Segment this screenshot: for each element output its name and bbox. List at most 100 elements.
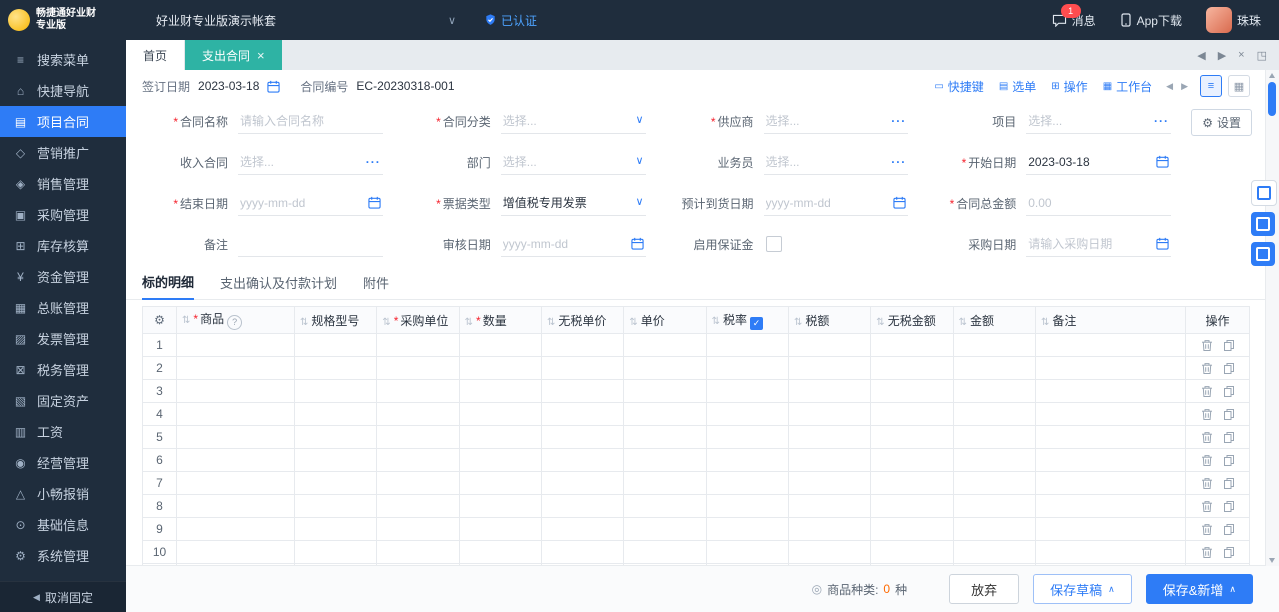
- copy-row-icon[interactable]: [1223, 546, 1235, 559]
- field-input[interactable]: yyyy-mm-dd ∨ ···: [238, 190, 383, 216]
- sidebar-item-marketing[interactable]: ◇ 营销推广: [0, 137, 126, 168]
- cell-product[interactable]: [176, 494, 295, 518]
- sort-icon[interactable]: ⇅: [876, 317, 884, 328]
- detail-tab-attachments[interactable]: 附件: [363, 273, 389, 299]
- column-header-tax-rate[interactable]: ⇅ 税率 ✓: [705, 306, 789, 334]
- cell-amount-excl-tax[interactable]: [870, 402, 954, 426]
- cell-price-excl-tax[interactable]: [540, 402, 625, 426]
- cell-amount-excl-tax[interactable]: [870, 448, 954, 472]
- delete-row-icon[interactable]: [1201, 431, 1213, 444]
- delete-row-icon[interactable]: [1201, 546, 1213, 559]
- column-header-unit-price[interactable]: ⇅ 单价: [623, 306, 707, 334]
- sort-icon[interactable]: ⇅: [465, 317, 473, 328]
- cell-amount[interactable]: [952, 379, 1037, 403]
- cell-tax-amount[interactable]: [787, 425, 872, 449]
- cell-amount-excl-tax[interactable]: [870, 540, 954, 564]
- cell-tax-rate[interactable]: [705, 448, 789, 472]
- more-options-icon[interactable]: ···: [891, 115, 906, 127]
- cell-tax-amount[interactable]: [787, 517, 872, 541]
- checkbox[interactable]: [765, 236, 782, 252]
- cell-amount-excl-tax[interactable]: [870, 425, 954, 449]
- cell-quantity[interactable]: [458, 494, 542, 518]
- copy-row-icon[interactable]: [1223, 523, 1235, 536]
- calendar-icon[interactable]: [267, 80, 281, 93]
- field-input[interactable]: ∨ ···: [238, 231, 383, 257]
- view-toggle-card-view[interactable]: ▦: [1228, 75, 1250, 97]
- cell-tax-amount[interactable]: [787, 333, 872, 357]
- cell-amount[interactable]: [952, 494, 1037, 518]
- column-header-price-excl-tax[interactable]: ⇅ 无税单价: [540, 306, 625, 334]
- cell-amount[interactable]: [952, 540, 1037, 564]
- header-link-hotkeys[interactable]: ▭ 快捷键: [934, 78, 983, 95]
- messages-button[interactable]: 消息 1: [1052, 3, 1096, 29]
- field-input[interactable]: 请输入采购日期 ∨ ···: [1026, 231, 1171, 257]
- sort-icon[interactable]: ⇅: [382, 317, 390, 328]
- sort-icon[interactable]: ⇅: [300, 317, 308, 328]
- header-link-workbench[interactable]: ▦ 工作台: [1103, 78, 1152, 95]
- cell-spec-model[interactable]: [293, 425, 378, 449]
- copy-row-icon[interactable]: [1223, 477, 1235, 490]
- cell-price-excl-tax[interactable]: [540, 333, 625, 357]
- delete-row-icon[interactable]: [1201, 408, 1213, 421]
- cell-amount[interactable]: [952, 402, 1037, 426]
- copy-row-icon[interactable]: [1223, 339, 1235, 352]
- calendar-icon[interactable]: [1156, 237, 1169, 250]
- cell-purchase-unit[interactable]: [376, 471, 460, 495]
- chevron-down-icon[interactable]: ∨: [635, 156, 643, 167]
- cell-spec-model[interactable]: [293, 471, 378, 495]
- tab-control-next[interactable]: ▶: [1218, 49, 1226, 62]
- sidebar-item-system[interactable]: ⚙ 系统管理: [0, 540, 126, 571]
- unpin-button[interactable]: ◀ 取消固定: [0, 581, 126, 612]
- cell-quantity[interactable]: [458, 425, 542, 449]
- cell-unit-price[interactable]: [623, 517, 707, 541]
- column-header-quantity[interactable]: ⇅ * 数量: [458, 306, 542, 334]
- cell-quantity[interactable]: [458, 540, 542, 564]
- side-tool-document[interactable]: [1251, 180, 1277, 206]
- cell-spec-model[interactable]: [293, 540, 378, 564]
- cell-quantity[interactable]: [458, 333, 542, 357]
- scroll-down-arrow[interactable]: [1269, 558, 1275, 563]
- cell-remark[interactable]: [1035, 356, 1186, 380]
- cell-purchase-unit[interactable]: [376, 540, 460, 564]
- cell-remark[interactable]: [1035, 333, 1186, 357]
- cell-price-excl-tax[interactable]: [540, 471, 625, 495]
- cell-remark[interactable]: [1035, 402, 1186, 426]
- cell-purchase-unit[interactable]: [376, 379, 460, 403]
- field-input[interactable]: 选择... ∨ ···: [763, 149, 909, 175]
- help-icon[interactable]: ?: [227, 314, 243, 330]
- cell-tax-rate[interactable]: [705, 540, 789, 564]
- cell-quantity[interactable]: [458, 402, 542, 426]
- cell-purchase-unit[interactable]: [376, 448, 460, 472]
- sidebar-item-invoice[interactable]: ▨ 发票管理: [0, 323, 126, 354]
- cell-unit-price[interactable]: [623, 448, 707, 472]
- field-input[interactable]: 2023-03-18 ∨ ···: [1026, 149, 1171, 175]
- sidebar-item-purchase[interactable]: ▣ 采购管理: [0, 199, 126, 230]
- copy-row-icon[interactable]: [1223, 454, 1235, 467]
- cell-amount[interactable]: [952, 333, 1037, 357]
- cell-tax-rate[interactable]: [705, 356, 789, 380]
- sort-icon[interactable]: ⇅: [182, 315, 190, 326]
- cell-amount-excl-tax[interactable]: [870, 356, 954, 380]
- cell-spec-model[interactable]: [293, 333, 378, 357]
- column-settings-icon[interactable]: ⚙: [154, 313, 165, 327]
- cell-tax-rate[interactable]: [705, 333, 789, 357]
- cell-price-excl-tax[interactable]: [540, 425, 625, 449]
- tab-control-close[interactable]: ×: [1238, 49, 1244, 61]
- cell-product[interactable]: [176, 333, 295, 357]
- user-menu[interactable]: 珠珠: [1205, 7, 1261, 33]
- cell-remark[interactable]: [1035, 517, 1186, 541]
- detail-tab-line-items[interactable]: 标的明细: [142, 272, 195, 300]
- cell-amount-excl-tax[interactable]: [870, 471, 954, 495]
- cell-product[interactable]: [176, 540, 295, 564]
- header-link-actions[interactable]: ⊞ 操作: [1051, 78, 1087, 95]
- sidebar-item-payroll[interactable]: ▥ 工资: [0, 416, 126, 447]
- sidebar-item-expense[interactable]: △ 小畅报销: [0, 478, 126, 509]
- sort-icon[interactable]: ⇅: [959, 317, 967, 328]
- scrollbar-thumb[interactable]: [1268, 82, 1276, 116]
- cell-product[interactable]: [176, 517, 295, 541]
- cell-product[interactable]: [176, 471, 295, 495]
- scroll-up-arrow[interactable]: [1269, 73, 1275, 78]
- sidebar-item-project-contract[interactable]: ▤ 项目合同: [0, 106, 126, 137]
- copy-row-icon[interactable]: [1223, 431, 1235, 444]
- cell-purchase-unit[interactable]: [376, 356, 460, 380]
